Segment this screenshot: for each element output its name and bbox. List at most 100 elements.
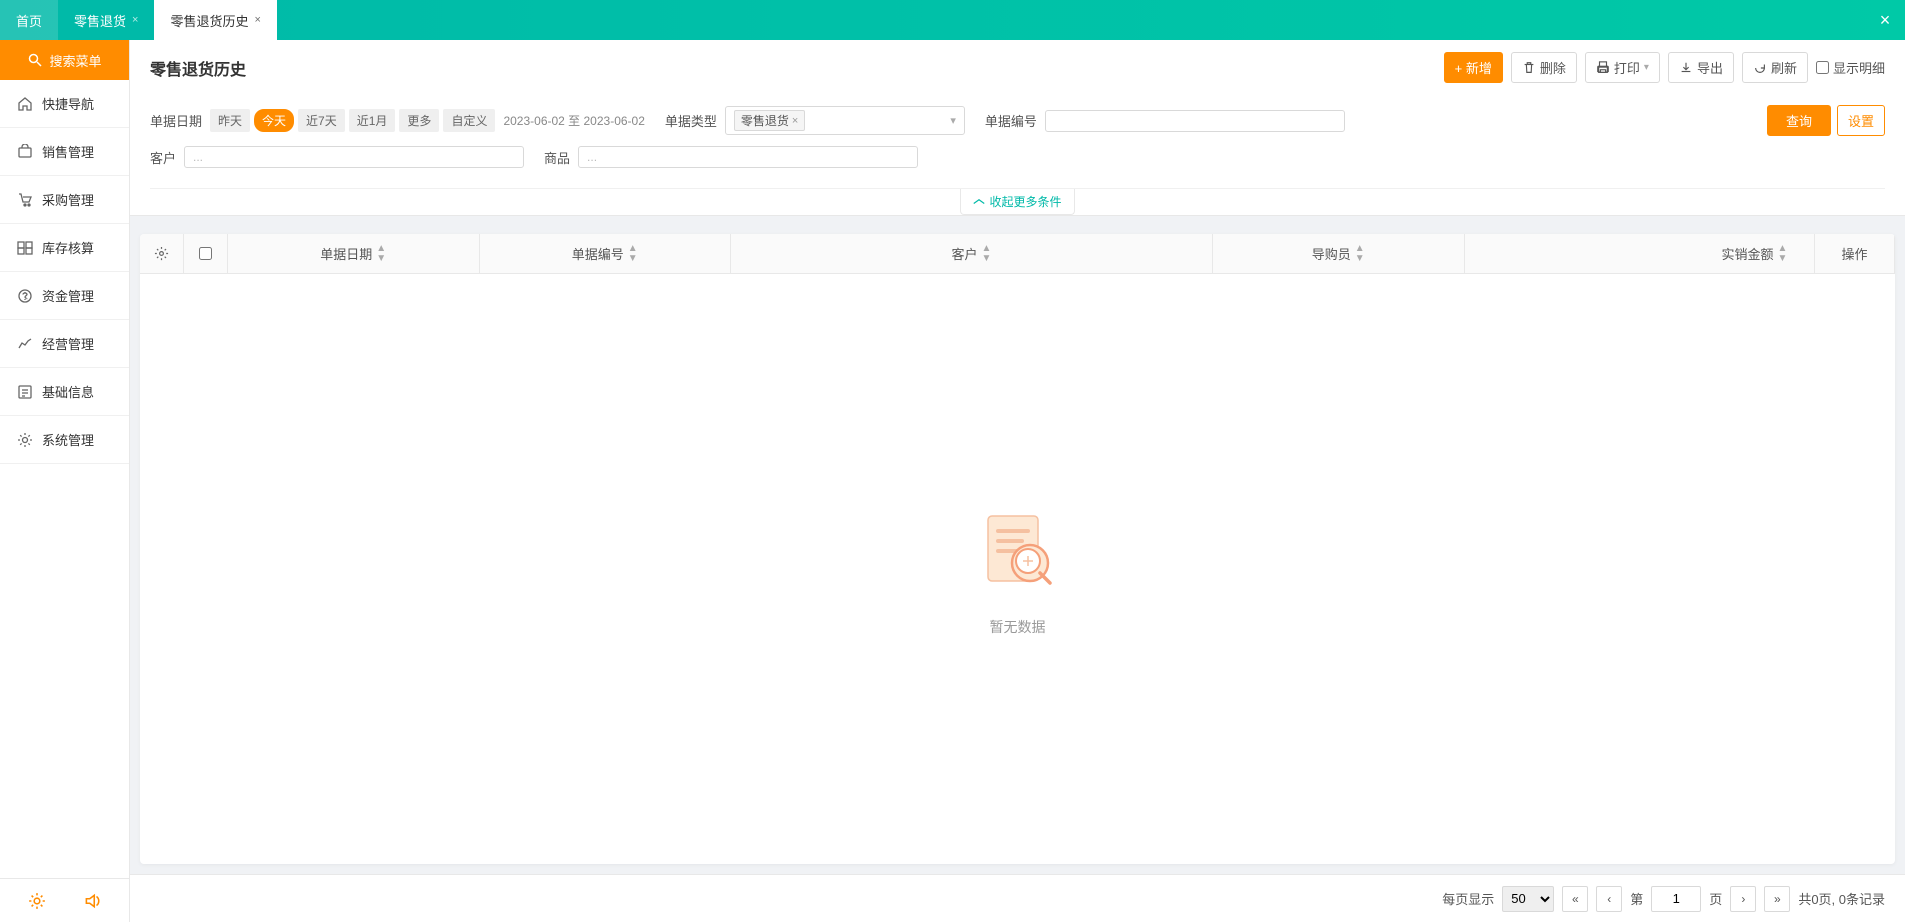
date-btn-yesterday[interactable]: 昨天 [210,109,250,132]
collapse-label: 收起更多条件 [989,193,1061,210]
date-btn-custom[interactable]: 自定义 [443,109,495,132]
filter-voucher-type: 单据类型 零售退货 × ▾ [665,106,965,135]
content-area: 零售退货历史 + 新增 删除 打印 ▾ [130,40,1905,922]
sidebar-item-purchase-label: 采购管理 [42,190,94,209]
new-button[interactable]: + 新增 [1444,52,1503,83]
th-amount[interactable]: 实销金额 ▲▼ [1695,234,1815,273]
goods-placeholder: ... [587,150,597,164]
sidebar-item-sales-label: 销售管理 [42,142,94,161]
voucher-date-label: 单据日期 [150,111,202,130]
table-area: 单据日期 ▲▼ 单据编号 ▲▼ 客户 ▲▼ 导购员 ▲▼ [140,234,1895,864]
th-guide[interactable]: 导购员 ▲▼ [1213,234,1465,273]
customer-label: 客户 [150,148,176,167]
sidebar-item-inventory[interactable]: 库存核算 [0,224,129,272]
inventory-icon [16,239,34,257]
sidebar-item-system-label: 系统管理 [42,430,94,449]
date-btn-more[interactable]: 更多 [399,109,439,132]
sidebar: 搜索菜单 快捷导航 销售管理 采购管理 [0,40,130,922]
sidebar-item-basic-info-label: 基础信息 [42,382,94,401]
th-settings[interactable] [140,234,184,273]
voucher-type-tag-remove[interactable]: × [792,115,798,127]
volume-button[interactable] [77,886,107,916]
show-detail-input[interactable] [1816,61,1829,74]
pagination-bar: 每页显示 20 50 100 « ‹ 第 页 › » 共0页, 0条记录 [130,874,1905,922]
tab-retail-return[interactable]: 零售退货 × [58,0,154,40]
voucher-type-input[interactable]: 零售退货 × ▾ [725,106,965,135]
empty-state: 暂无数据 [140,274,1895,864]
sidebar-item-purchase-mgmt[interactable]: 采购管理 [0,176,129,224]
print-button[interactable]: 打印 ▾ [1585,52,1660,83]
th-checkbox[interactable] [184,234,228,273]
purchase-icon [16,191,34,209]
sidebar-search-label: 搜索菜单 [49,51,101,70]
select-all-checkbox[interactable] [199,247,212,260]
th-voucher-no[interactable]: 单据编号 ▲▼ [480,234,732,273]
sidebar-item-system[interactable]: 系统管理 [0,416,129,464]
system-icon [16,431,34,449]
sidebar-item-sales-mgmt[interactable]: 销售管理 [0,128,129,176]
voucher-no-label: 单据编号 [985,111,1037,130]
sidebar-item-operations[interactable]: 经营管理 [0,320,129,368]
goods-input[interactable]: ... [578,146,918,168]
sidebar-search[interactable]: 搜索菜单 [0,40,129,80]
collapse-filter-button[interactable]: 收起更多条件 [960,189,1074,215]
th-customer[interactable]: 客户 ▲▼ [731,234,1213,273]
goods-label: 商品 [544,148,570,167]
voucher-type-tag: 零售退货 × [734,110,805,131]
page-word: 第 [1630,889,1643,908]
finance-icon [16,287,34,305]
last-page-button[interactable]: » [1764,886,1790,912]
sidebar-item-finance-label: 资金管理 [42,286,94,305]
filter-row-1: 单据日期 昨天 今天 近7天 近1月 更多 自定义 2023-06-02 至 2… [150,105,1885,136]
customer-input[interactable]: ... [184,146,524,168]
sort-guide-icon: ▲▼ [1355,244,1365,264]
first-page-button[interactable]: « [1562,886,1588,912]
tab-retail-return-history-close[interactable]: × [254,14,260,26]
window-close-button[interactable]: × [1865,0,1905,40]
export-button[interactable]: 导出 [1668,52,1734,83]
voucher-no-input[interactable] [1045,110,1345,132]
page-title: 零售退货历史 [150,56,246,80]
home-icon [16,95,34,113]
date-btn-7days[interactable]: 近7天 [298,109,345,132]
next-page-button[interactable]: › [1730,886,1756,912]
table-header: 单据日期 ▲▼ 单据编号 ▲▼ 客户 ▲▼ 导购员 ▲▼ [140,234,1895,274]
th-action: 操作 [1815,234,1895,273]
refresh-button[interactable]: 刷新 [1742,52,1808,83]
delete-button[interactable]: 删除 [1511,52,1577,83]
prev-page-button[interactable]: ‹ [1596,886,1622,912]
page-number-input[interactable] [1651,886,1701,912]
tab-home-label: 首页 [16,11,42,30]
date-btn-today[interactable]: 今天 [254,109,294,132]
filter-settings-button[interactable]: 设置 [1837,105,1885,136]
query-button[interactable]: 查询 [1767,105,1831,136]
top-bar: 首页 零售退货 × 零售退货历史 × × [0,0,1905,40]
filter-voucher-date: 单据日期 昨天 今天 近7天 近1月 更多 自定义 2023-06-02 至 2… [150,109,645,132]
sidebar-item-finance[interactable]: 资金管理 [0,272,129,320]
th-date[interactable]: 单据日期 ▲▼ [228,234,480,273]
page-title-row: 零售退货历史 + 新增 删除 打印 ▾ [150,52,1885,83]
settings-button[interactable] [22,886,52,916]
main-layout: 搜索菜单 快捷导航 销售管理 采购管理 [0,40,1905,922]
show-detail-checkbox[interactable]: 显示明细 [1816,58,1885,77]
tab-retail-return-close[interactable]: × [132,14,138,26]
sort-amount-icon: ▲▼ [1778,244,1788,264]
filter-voucher-no: 单据编号 [985,110,1345,132]
customer-placeholder: ... [193,150,203,164]
tab-retail-return-label: 零售退货 [74,11,126,30]
page-size-select[interactable]: 20 50 100 [1502,886,1554,912]
voucher-type-dropdown-arrow: ▾ [950,114,956,127]
toolbar-buttons: + 新增 删除 打印 ▾ 导出 [1444,52,1885,83]
sidebar-item-quick-nav[interactable]: 快捷导航 [0,80,129,128]
voucher-type-label: 单据类型 [665,111,717,130]
date-btn-1month[interactable]: 近1月 [349,109,396,132]
date-range-display: 2023-06-02 至 2023-06-02 [503,112,644,129]
sidebar-item-basic-info[interactable]: 基础信息 [0,368,129,416]
tab-home[interactable]: 首页 [0,0,58,40]
tab-retail-return-history[interactable]: 零售退货历史 × [154,0,276,40]
empty-text: 暂无数据 [990,617,1046,637]
filter-goods: 商品 ... [544,146,918,168]
page-size-label: 每页显示 [1442,889,1494,908]
sort-voucher-icon: ▲▼ [628,244,638,264]
total-info: 共0页, 0条记录 [1798,889,1885,908]
